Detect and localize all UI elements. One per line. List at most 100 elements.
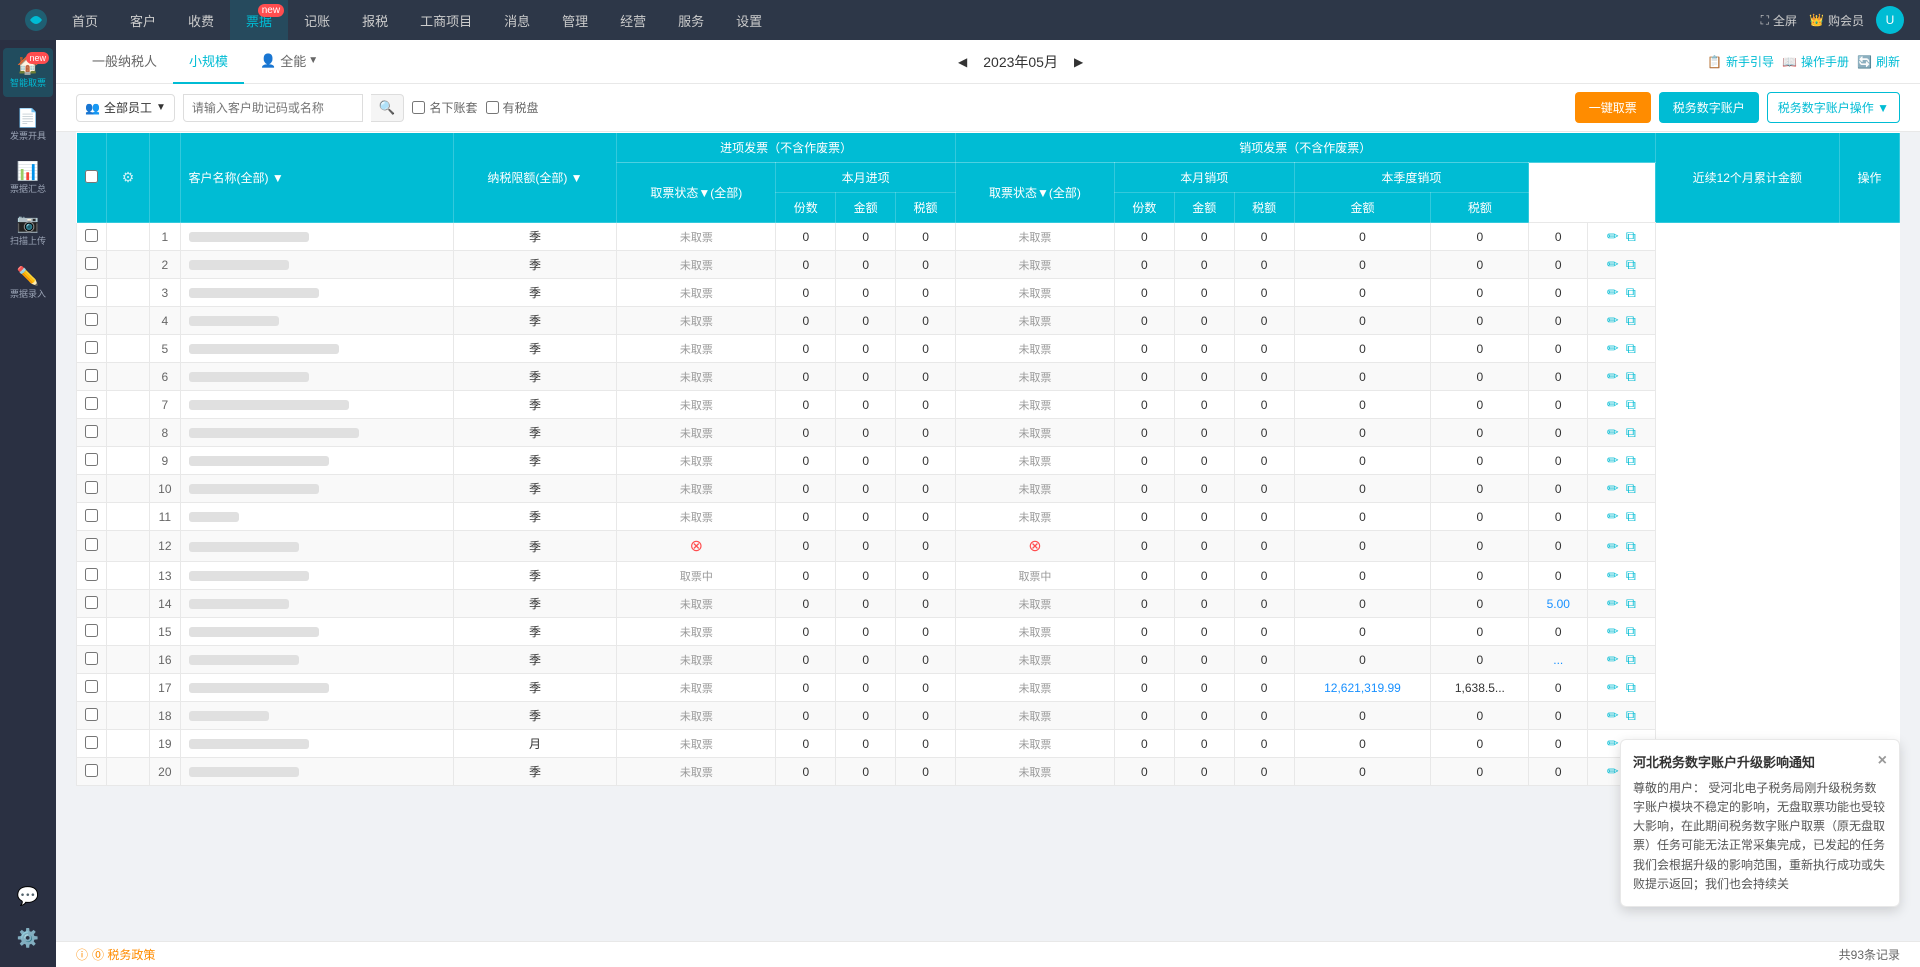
- tax-digital-account-button[interactable]: 税务数字账户: [1659, 92, 1759, 123]
- row-name-8[interactable]: [180, 419, 453, 447]
- tab-general-taxpayer[interactable]: 一般纳税人: [76, 40, 173, 84]
- copy-icon-11[interactable]: ⧉: [1626, 508, 1636, 524]
- employee-select[interactable]: 👥 全部员工 ▼: [76, 94, 175, 122]
- edit-icon-20[interactable]: ✏: [1607, 763, 1619, 779]
- row-checkbox-20[interactable]: [85, 764, 98, 777]
- header-customer-name[interactable]: 客户名称(全部) ▼: [180, 133, 453, 223]
- copy-icon-16[interactable]: ⧉: [1626, 651, 1636, 667]
- row-output-status-12[interactable]: ⊗: [955, 531, 1114, 562]
- row-input-status-1[interactable]: 未取票: [617, 223, 776, 251]
- tab-small-scale[interactable]: 小规模: [173, 40, 244, 84]
- copy-icon-9[interactable]: ⧉: [1626, 452, 1636, 468]
- edit-icon-9[interactable]: ✏: [1607, 452, 1619, 468]
- header-output-status[interactable]: 取票状态▼(全部): [955, 163, 1114, 223]
- sidebar-item-scan-upload[interactable]: 📷 扫描上传: [3, 206, 53, 255]
- edit-icon-7[interactable]: ✏: [1607, 396, 1619, 412]
- row-checkbox-10[interactable]: [85, 481, 98, 494]
- row-output-status-16[interactable]: 未取票: [955, 646, 1114, 674]
- row-input-status-16[interactable]: 未取票: [617, 646, 776, 674]
- own-accounts-checkbox[interactable]: [412, 101, 425, 114]
- tab-all[interactable]: 👤 全能 ▼: [244, 40, 334, 84]
- row-name-13[interactable]: [180, 562, 453, 590]
- row-name-17[interactable]: [180, 674, 453, 702]
- nav-management[interactable]: 管理: [546, 0, 604, 40]
- row-checkbox-16[interactable]: [85, 652, 98, 665]
- nav-business[interactable]: 工商项目: [404, 0, 488, 40]
- copy-icon-10[interactable]: ⧉: [1626, 480, 1636, 496]
- nav-settings[interactable]: 设置: [720, 0, 778, 40]
- tax-policy-link[interactable]: ⓘ ⓪ 税务政策: [76, 946, 155, 963]
- customer-search-input[interactable]: [183, 94, 363, 122]
- row-name-19[interactable]: [180, 730, 453, 758]
- nav-operations[interactable]: 经营: [604, 0, 662, 40]
- row-output-status-18[interactable]: 未取票: [955, 702, 1114, 730]
- nav-customers[interactable]: 客户: [114, 0, 172, 40]
- edit-icon-14[interactable]: ✏: [1607, 595, 1619, 611]
- sidebar-item-invoice-summary[interactable]: 📊 票据汇总: [3, 154, 53, 203]
- row-checkbox-9[interactable]: [85, 453, 98, 466]
- row-input-status-10[interactable]: 未取票: [617, 475, 776, 503]
- row-checkbox-11[interactable]: [85, 509, 98, 522]
- row-input-status-12[interactable]: ⊗: [617, 531, 776, 562]
- row-checkbox-5[interactable]: [85, 341, 98, 354]
- checkbox-own-accounts[interactable]: 名下账套: [412, 99, 477, 116]
- row-input-status-20[interactable]: 未取票: [617, 758, 776, 786]
- row-checkbox-19[interactable]: [85, 736, 98, 749]
- nav-services[interactable]: 服务: [662, 0, 720, 40]
- tax-digital-account-ops-button[interactable]: 税务数字账户操作 ▼: [1767, 92, 1900, 123]
- refresh-link[interactable]: 🔄 刷新: [1857, 53, 1900, 70]
- edit-icon-6[interactable]: ✏: [1607, 368, 1619, 384]
- header-input-status[interactable]: 取票状态▼(全部): [617, 163, 776, 223]
- edit-icon-16[interactable]: ✏: [1607, 651, 1619, 667]
- nav-fees[interactable]: 收费: [172, 0, 230, 40]
- manual-link[interactable]: 📖 操作手册: [1782, 53, 1849, 70]
- row-name-1[interactable]: [180, 223, 453, 251]
- row-name-7[interactable]: [180, 391, 453, 419]
- row-checkbox-3[interactable]: [85, 285, 98, 298]
- row-name-2[interactable]: [180, 251, 453, 279]
- row-output-status-14[interactable]: 未取票: [955, 590, 1114, 618]
- row-output-status-13[interactable]: 取票中: [955, 562, 1114, 590]
- edit-icon-10[interactable]: ✏: [1607, 480, 1619, 496]
- row-input-status-19[interactable]: 未取票: [617, 730, 776, 758]
- nav-tax[interactable]: 报税: [346, 0, 404, 40]
- row-input-status-2[interactable]: 未取票: [617, 251, 776, 279]
- edit-icon-11[interactable]: ✏: [1607, 508, 1619, 524]
- copy-icon-3[interactable]: ⧉: [1626, 284, 1636, 300]
- row-output-status-10[interactable]: 未取票: [955, 475, 1114, 503]
- edit-icon-13[interactable]: ✏: [1607, 567, 1619, 583]
- row-name-16[interactable]: [180, 646, 453, 674]
- one-click-invoice-button[interactable]: 一键取票: [1575, 92, 1651, 123]
- app-logo[interactable]: [16, 0, 56, 40]
- row-input-status-4[interactable]: 未取票: [617, 307, 776, 335]
- row-name-10[interactable]: [180, 475, 453, 503]
- row-output-status-20[interactable]: 未取票: [955, 758, 1114, 786]
- new-guide-link[interactable]: 📋 新手引导: [1707, 53, 1774, 70]
- row-output-status-4[interactable]: 未取票: [955, 307, 1114, 335]
- row-input-status-13[interactable]: 取票中: [617, 562, 776, 590]
- row-checkbox-4[interactable]: [85, 313, 98, 326]
- edit-icon-2[interactable]: ✏: [1607, 256, 1619, 272]
- sidebar-item-message[interactable]: 💬: [3, 879, 53, 913]
- period-next-button[interactable]: ▶: [1074, 55, 1083, 69]
- row-name-4[interactable]: [180, 307, 453, 335]
- notification-close-button[interactable]: ×: [1878, 752, 1887, 770]
- sidebar-item-invoice-entry[interactable]: ✏️ 票据录入: [3, 259, 53, 308]
- sidebar-item-invoice-open[interactable]: 📄 发票开具: [3, 101, 53, 150]
- row-checkbox-6[interactable]: [85, 369, 98, 382]
- vip-button[interactable]: 👑 购会员: [1809, 12, 1864, 29]
- row-checkbox-1[interactable]: [85, 229, 98, 242]
- row-checkbox-8[interactable]: [85, 425, 98, 438]
- row-name-3[interactable]: [180, 279, 453, 307]
- copy-icon-2[interactable]: ⧉: [1626, 256, 1636, 272]
- select-all-checkbox[interactable]: [85, 170, 98, 183]
- row-output-status-15[interactable]: 未取票: [955, 618, 1114, 646]
- row-name-6[interactable]: [180, 363, 453, 391]
- edit-icon-19[interactable]: ✏: [1607, 735, 1619, 751]
- period-prev-button[interactable]: ◀: [958, 55, 967, 69]
- copy-icon-18[interactable]: ⧉: [1626, 707, 1636, 723]
- nav-messages[interactable]: 消息: [488, 0, 546, 40]
- copy-icon-5[interactable]: ⧉: [1626, 340, 1636, 356]
- row-output-status-5[interactable]: 未取票: [955, 335, 1114, 363]
- row-name-5[interactable]: [180, 335, 453, 363]
